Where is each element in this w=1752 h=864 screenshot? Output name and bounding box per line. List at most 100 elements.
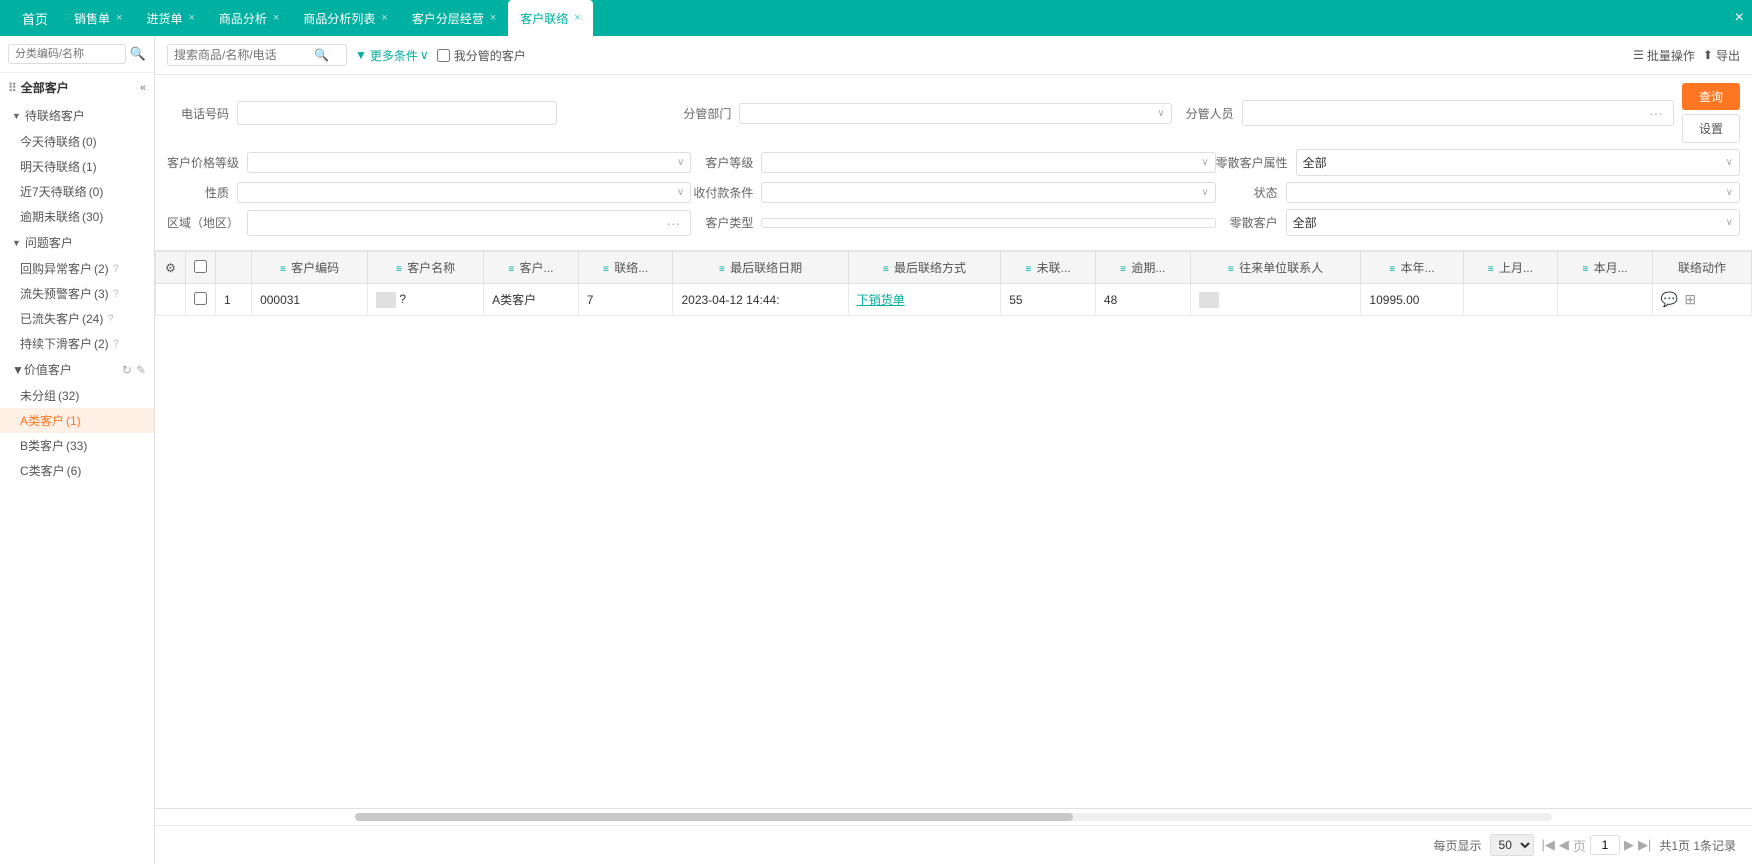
nav-home[interactable]: 首页 [8, 0, 62, 36]
page-input[interactable] [1590, 835, 1620, 855]
window-close-button[interactable]: × [1735, 9, 1744, 27]
th-checkbox[interactable] [186, 252, 216, 284]
nav-tab-purchase[interactable]: 进货单 × [134, 0, 206, 36]
staff-dots-icon[interactable]: ··· [1645, 105, 1667, 121]
last-page-icon[interactable]: ▶| [1638, 837, 1651, 853]
td-last-month [1463, 284, 1558, 316]
row-checkbox[interactable] [194, 292, 207, 305]
sidebar-tomorrow-pending[interactable]: 明天待联络 (1) [0, 154, 154, 179]
sidebar-declining[interactable]: 持续下滑客户 (2) ? [0, 331, 154, 356]
search-input[interactable] [174, 48, 314, 62]
region-select[interactable]: ··· [247, 210, 691, 236]
gear-icon[interactable]: ⚙ [165, 261, 176, 275]
per-page-select[interactable]: 50 [1490, 834, 1534, 856]
sidebar-search-icon[interactable]: 🔍 [130, 46, 146, 62]
sidebar-repurchase-abnormal[interactable]: 回购异常客户 (2) ? [0, 256, 154, 281]
retail-attr-select[interactable]: 全部 ∨ [1296, 149, 1740, 176]
sidebar-search-input[interactable] [8, 44, 126, 64]
close-tab-customer-tier-icon[interactable]: × [490, 12, 496, 24]
region-dots-icon[interactable]: ··· [662, 215, 684, 231]
td-checkbox[interactable] [186, 284, 216, 316]
nav-tab-analysis[interactable]: 商品分析 × [207, 0, 291, 36]
sidebar-overdue-contact[interactable]: 逾期未联络 (30) [0, 204, 154, 229]
cust-type-select[interactable] [761, 218, 1215, 228]
th-type[interactable]: ≡ 客户... [484, 252, 579, 284]
th-this-month[interactable]: ≡ 本月... [1558, 252, 1653, 284]
td-gear [156, 284, 186, 316]
sidebar-7day-pending[interactable]: 近7天待联络 (0) [0, 179, 154, 204]
close-tab-purchase-icon[interactable]: × [188, 12, 194, 24]
th-overdue[interactable]: ≡ 逾期... [1095, 252, 1190, 284]
arrow-icon6: ∨ [1201, 187, 1208, 198]
th-last-month[interactable]: ≡ 上月... [1463, 252, 1558, 284]
staff-select[interactable]: ··· [1242, 100, 1674, 126]
select-all-checkbox[interactable] [194, 260, 207, 273]
th-unit-contact[interactable]: ≡ 往来单位联系人 [1190, 252, 1361, 284]
th-last-method[interactable]: ≡ 最后联络方式 [848, 252, 1001, 284]
more-filters-btn[interactable]: ▼ 更多条件 ∨ [355, 47, 429, 64]
export-btn[interactable]: ⬆ 导出 [1703, 47, 1740, 64]
next-page-icon[interactable]: ▶ [1624, 837, 1634, 853]
comment-icon[interactable]: 💬 [1661, 291, 1678, 308]
nature-select[interactable]: ∨ [237, 182, 691, 203]
nav-tab-customer-tier[interactable]: 客户分层经营 × [400, 0, 508, 36]
help-icon-4[interactable]: ? [113, 338, 119, 350]
scroll-track[interactable] [355, 813, 1552, 821]
sidebar-problem-group[interactable]: ▼ 问题客户 [0, 229, 154, 256]
close-tab-customer-contact-icon[interactable]: × [574, 12, 580, 24]
th-last-date[interactable]: ≡ 最后联络日期 [673, 252, 848, 284]
nav-tab-analysis-list[interactable]: 商品分析列表 × [291, 0, 399, 36]
search-icon[interactable]: 🔍 [314, 48, 329, 62]
sidebar-churn-warning[interactable]: 流失预警客户 (3) ? [0, 281, 154, 306]
pay-select[interactable]: ∨ [761, 182, 1215, 203]
sidebar-b-class[interactable]: B类客户 (33) [0, 433, 154, 458]
close-tab-sales-icon[interactable]: × [116, 12, 122, 24]
nav-tab-sales[interactable]: 销售单 × [62, 0, 134, 36]
first-page-icon[interactable]: |◀ [1542, 837, 1555, 853]
help-icon-2[interactable]: ? [113, 288, 119, 300]
dept-select[interactable]: ∨ [739, 103, 1171, 124]
grade-select[interactable]: ∨ [761, 152, 1215, 173]
sidebar-c-class[interactable]: C类客户 (6) [0, 458, 154, 483]
last-method-link[interactable]: 下销货单 [857, 293, 905, 307]
close-tab-analysis-list-icon[interactable]: × [381, 12, 387, 24]
scroll-thumb[interactable] [355, 813, 1073, 821]
td-this-year: 10995.00 [1361, 284, 1463, 316]
sidebar-churned[interactable]: 已流失客户 (24) ? [0, 306, 154, 331]
refresh-icon[interactable]: ↻ [122, 363, 132, 377]
search-box: 🔍 [167, 44, 347, 66]
phone-input[interactable] [237, 101, 557, 125]
th-code[interactable]: ≡ 客户编码 [252, 252, 368, 284]
td-this-month [1558, 284, 1653, 316]
sidebar-a-class[interactable]: A类客户 (1) [0, 408, 154, 433]
edit-icon[interactable]: ✎ [136, 363, 146, 377]
batch-operation-btn[interactable]: ☰ 批量操作 [1633, 47, 1695, 64]
sidebar-all-customers[interactable]: ⠿ 全部客户 « [0, 73, 154, 102]
collapse-icon[interactable]: « [140, 82, 146, 94]
th-no-contact[interactable]: ≡ 未联... [1001, 252, 1096, 284]
help-icon-1[interactable]: ? [113, 263, 119, 275]
settings-button[interactable]: 设置 [1682, 114, 1740, 143]
qr-icon[interactable]: ⊞ [1684, 291, 1696, 308]
help-icon-3[interactable]: ? [107, 313, 113, 325]
close-tab-analysis-icon[interactable]: × [273, 12, 279, 24]
query-button[interactable]: 查询 [1682, 83, 1740, 110]
retail-cust-select[interactable]: 全部 ∨ [1286, 209, 1740, 236]
filter-cell-dept: 分管部门 ∨ [669, 103, 1171, 124]
th-this-year[interactable]: ≡ 本年... [1361, 252, 1463, 284]
td-last-method[interactable]: 下销货单 [848, 284, 1001, 316]
sidebar-pending-group[interactable]: ▼ 待联络客户 [0, 102, 154, 129]
my-customers-checkbox-area[interactable]: 我分管的客户 [437, 47, 526, 64]
th-contact[interactable]: ≡ 联络... [578, 252, 673, 284]
prev-page-icon[interactable]: ◀ [1559, 837, 1569, 853]
sidebar-unclassified[interactable]: 未分组 (32) [0, 383, 154, 408]
th-gear[interactable]: ⚙ [156, 252, 186, 284]
price-grade-select[interactable]: ∨ [247, 152, 691, 173]
sidebar-today-pending[interactable]: 今天待联络 (0) [0, 129, 154, 154]
status-select[interactable]: ∨ [1286, 182, 1740, 203]
th-name[interactable]: ≡ 客户名称 [368, 252, 484, 284]
arrow-icon2: ∨ [677, 157, 684, 168]
sidebar-value-group[interactable]: ▼ 价值客户 ↻ ✎ [0, 356, 154, 383]
my-customers-checkbox[interactable] [437, 49, 450, 62]
nav-tab-customer-contact[interactable]: 客户联络 × [508, 0, 592, 36]
